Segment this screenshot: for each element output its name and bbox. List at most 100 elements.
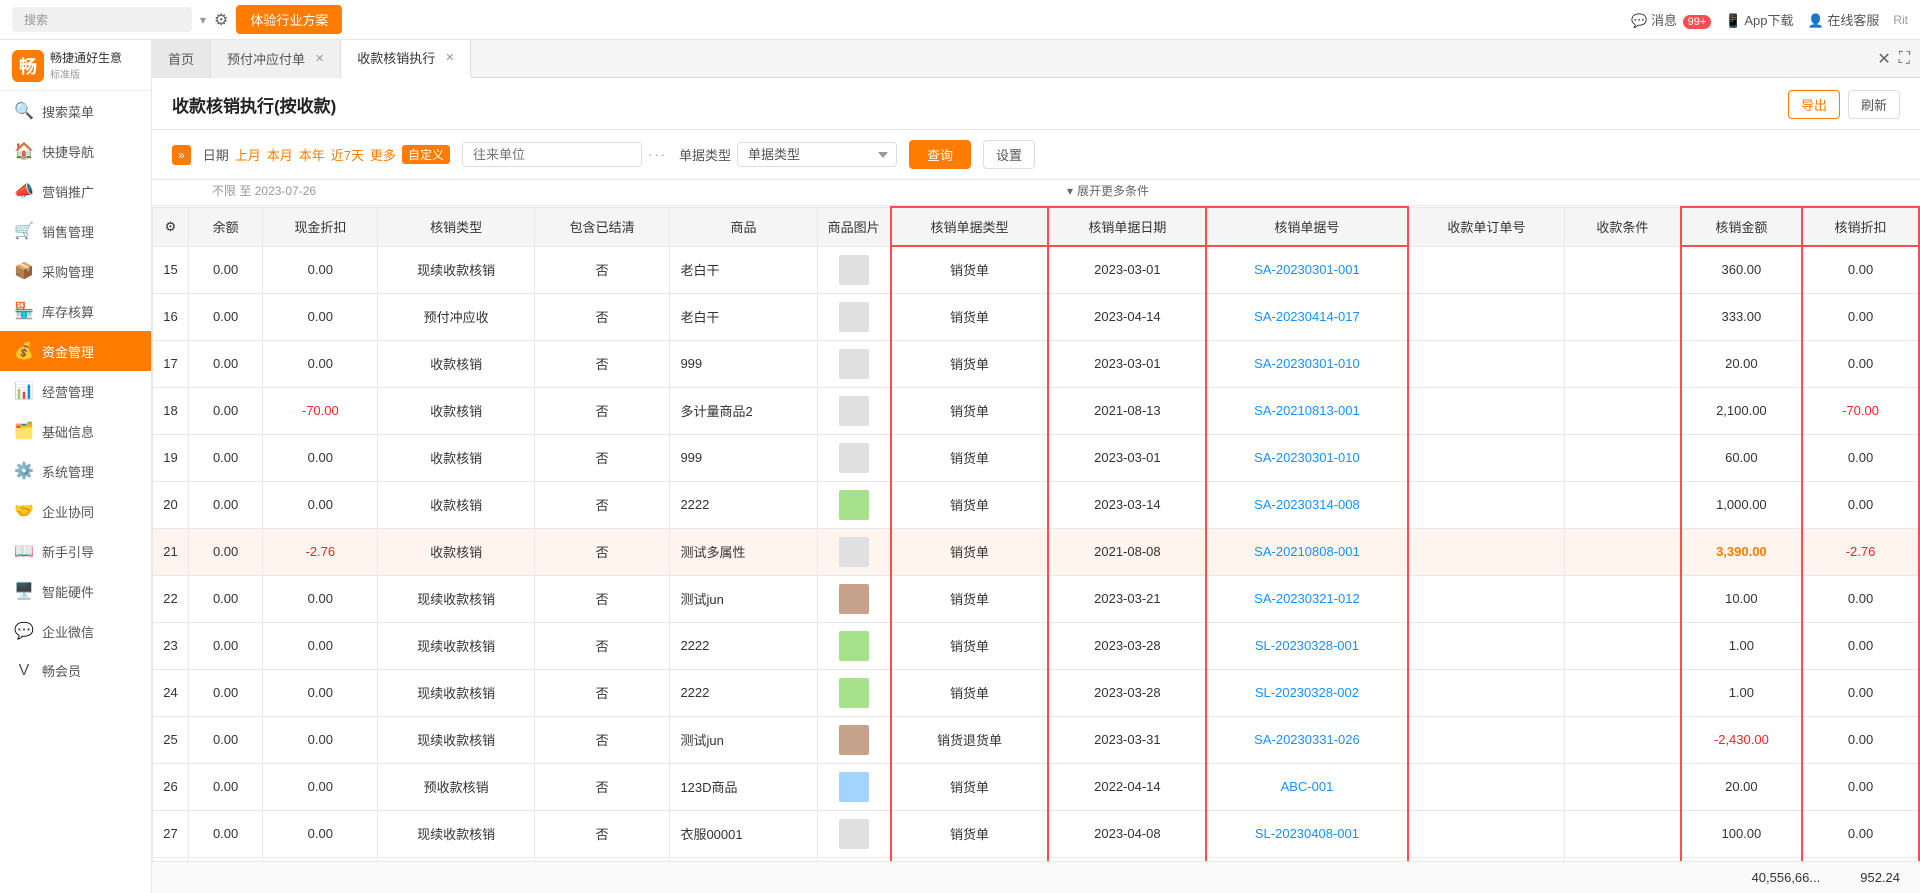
row-order-no: [1408, 716, 1565, 763]
row-doc-type: 销货单: [891, 763, 1049, 810]
row-doc-date: 2023-04-14: [1048, 293, 1206, 340]
filter-expand-button[interactable]: »: [172, 145, 191, 165]
message-label: 消息: [1651, 13, 1677, 28]
sidebar-logo: 畅 畅捷通好生意 标准版: [0, 40, 151, 91]
table-footer: 40,556,66... 952.24: [152, 861, 1920, 893]
sidebar-item-hardware[interactable]: 🖥️ 智能硬件: [0, 571, 151, 611]
row-doc-type: 销货单: [891, 528, 1049, 575]
query-button[interactable]: 查询: [909, 140, 971, 169]
col-payment-cond-header: 收款条件: [1565, 207, 1681, 246]
sidebar-item-finance[interactable]: 💰 资金管理: [0, 331, 151, 371]
sidebar-item-inventory[interactable]: 🏪 库存核算: [0, 291, 151, 331]
date-last-month[interactable]: 上月: [235, 145, 261, 164]
tab-close-writeoff[interactable]: ✕: [445, 51, 454, 64]
sidebar-item-marketing[interactable]: 📣 营销推广: [0, 171, 151, 211]
sidebar-item-business[interactable]: 📊 经营管理: [0, 371, 151, 411]
row-doc-date: 2023-03-28: [1048, 669, 1206, 716]
folder-icon: 🗂️: [14, 421, 34, 441]
setting-button[interactable]: 设置: [983, 140, 1035, 169]
expand-more-button[interactable]: ▾ 展开更多条件: [1067, 182, 1149, 199]
sidebar-item-sales[interactable]: 🛒 销售管理: [0, 211, 151, 251]
row-writeoff-amount: 360.00: [1681, 246, 1802, 293]
box-icon: 📦: [14, 261, 34, 281]
col-goods-img-header: 商品图片: [817, 207, 891, 246]
row-payment-cond: [1565, 293, 1681, 340]
refresh-button[interactable]: 刷新: [1848, 90, 1900, 119]
row-writeoff-amount: 1.00: [1681, 622, 1802, 669]
partner-input[interactable]: [462, 142, 642, 167]
page-actions: 导出 刷新: [1788, 90, 1900, 119]
row-doc-no[interactable]: SA-20230314-008: [1206, 481, 1407, 528]
row-doc-type: 销货单: [891, 622, 1049, 669]
date-this-year[interactable]: 本年: [299, 145, 325, 164]
doctype-label: 单据类型: [679, 145, 731, 164]
top-search-box[interactable]: 搜索: [12, 7, 192, 32]
row-writeoff-discount: 0.00: [1802, 246, 1919, 293]
chart-icon: 📊: [14, 381, 34, 401]
message-icon[interactable]: 💬 消息 99+: [1631, 10, 1711, 29]
export-button[interactable]: 导出: [1788, 90, 1840, 119]
date-more[interactable]: 更多: [370, 145, 396, 164]
sidebar-item-quick[interactable]: 🏠 快捷导航: [0, 131, 151, 171]
row-doc-no[interactable]: SA-20230301-010: [1206, 340, 1407, 387]
close-window-icon[interactable]: ✕: [1877, 49, 1890, 69]
col-goods-header: 商品: [670, 207, 817, 246]
main-layout: 畅 畅捷通好生意 标准版 🔍 搜索菜单 🏠 快捷导航 📣 营销推广 🛒 销售管理…: [0, 40, 1920, 893]
sidebar-item-wechat[interactable]: 💬 企业微信: [0, 611, 151, 651]
date-this-month[interactable]: 本月: [267, 145, 293, 164]
row-doc-no[interactable]: SL-20230328-002: [1206, 669, 1407, 716]
row-order-no: [1408, 763, 1565, 810]
tab-writeoff[interactable]: 收款核销执行 ✕: [341, 40, 471, 78]
row-balance: 0.00: [189, 528, 263, 575]
maximize-icon[interactable]: ⛶: [1899, 50, 1910, 68]
page-header: 收款核销执行(按收款) 导出 刷新: [152, 78, 1920, 130]
tab-home[interactable]: 首页: [152, 40, 211, 78]
sidebar-item-basic[interactable]: 🗂️ 基础信息: [0, 411, 151, 451]
row-doc-no[interactable]: SA-20230331-026: [1206, 716, 1407, 763]
row-doc-no[interactable]: SA-20230301-010: [1206, 434, 1407, 481]
row-cash-discount: 0.00: [263, 575, 378, 622]
date-custom-badge[interactable]: 自定义: [402, 145, 450, 164]
row-doc-no[interactable]: SA-20210808-001: [1206, 528, 1407, 575]
col-settings-header[interactable]: ⚙: [153, 207, 189, 246]
settings-gear-icon[interactable]: ⚙: [214, 10, 228, 30]
row-writeoff-amount: 60.00: [1681, 434, 1802, 481]
doctype-select[interactable]: 单据类型: [737, 142, 897, 167]
row-doc-no[interactable]: SA-20210813-001: [1206, 387, 1407, 434]
goods-image: [839, 772, 869, 802]
filter-partner-group: ···: [462, 142, 667, 167]
sidebar-item-guide[interactable]: 📖 新手引导: [0, 531, 151, 571]
dropdown-arrow-icon[interactable]: ▾: [200, 13, 206, 27]
row-payment-cond: [1565, 528, 1681, 575]
home-icon: 🏠: [14, 141, 34, 161]
row-writeoff-discount: -2.76: [1802, 528, 1919, 575]
sidebar-item-collab[interactable]: 🤝 企业协同: [0, 491, 151, 531]
tab-prepay[interactable]: 预付冲应付单 ✕: [211, 40, 341, 78]
row-doc-no[interactable]: SA-20230301-001: [1206, 246, 1407, 293]
sidebar-item-member[interactable]: V 畅会员: [0, 651, 151, 690]
industry-solution-button[interactable]: 体验行业方案: [236, 5, 342, 34]
row-doc-type: 销货退货单: [891, 716, 1049, 763]
online-service-link[interactable]: 👤 在线客服: [1808, 10, 1880, 29]
date-7-days[interactable]: 近7天: [331, 145, 364, 164]
sidebar-item-purchase[interactable]: 📦 采购管理: [0, 251, 151, 291]
row-doc-type: 销货单: [891, 481, 1049, 528]
row-doc-no[interactable]: SL-20230408-001: [1206, 810, 1407, 857]
row-writeoff-amount: 100.00: [1681, 810, 1802, 857]
row-doc-no[interactable]: SA-20230414-017: [1206, 293, 1407, 340]
row-include-settled: 否: [534, 481, 670, 528]
app-download-link[interactable]: 📱 App下载: [1725, 10, 1793, 29]
row-writeoff-amount: 20.00: [1681, 340, 1802, 387]
row-doc-no[interactable]: SL-20230328-001: [1206, 622, 1407, 669]
sidebar-item-system[interactable]: ⚙️ 系统管理: [0, 451, 151, 491]
row-order-no: [1408, 434, 1565, 481]
table-area[interactable]: ⚙ 余额 现金折扣 核销类型 包含已结清 商品 商品图片 核销单据类型 核销单据…: [152, 206, 1920, 893]
tab-close-prepay[interactable]: ✕: [315, 52, 324, 65]
row-doc-no[interactable]: SA-20230321-012: [1206, 575, 1407, 622]
sidebar-item-search[interactable]: 🔍 搜索菜单: [0, 91, 151, 131]
row-goods: 123D商品: [670, 763, 817, 810]
row-cash-discount: -70.00: [263, 387, 378, 434]
row-doc-no[interactable]: ABC-001: [1206, 763, 1407, 810]
row-payment-cond: [1565, 810, 1681, 857]
row-doc-date: 2023-03-14: [1048, 481, 1206, 528]
